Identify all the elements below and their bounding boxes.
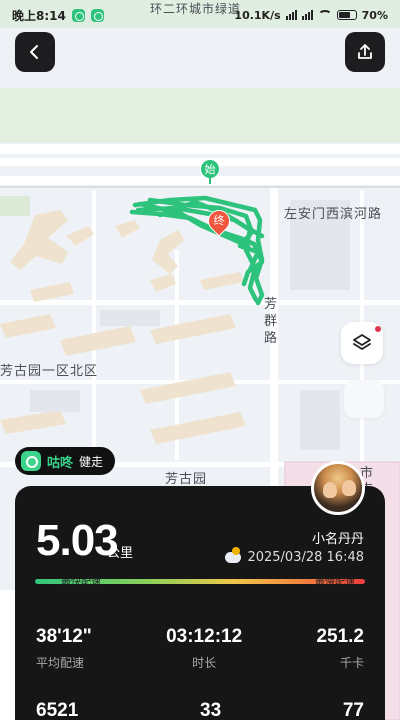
pace-slow-label: 最慢配速 xyxy=(315,577,355,588)
signal-icon xyxy=(285,10,297,20)
distance-value: 5.03 xyxy=(36,516,119,565)
status-time: 晚上8:14 xyxy=(12,8,66,23)
stat-stride: 77 xyxy=(343,700,364,720)
user-avatar[interactable] xyxy=(311,461,365,515)
wifi-icon xyxy=(317,10,332,20)
stat-calories: 251.2 千卡 xyxy=(316,626,364,671)
stat-value: 77 xyxy=(342,700,364,720)
distance-unit: 公里 xyxy=(107,546,134,561)
layers-icon xyxy=(353,334,371,350)
share-icon xyxy=(358,44,372,59)
status-bar: 晚上8:14 10.1K/s 70% xyxy=(0,0,400,30)
activity-type: 健走 xyxy=(79,454,104,469)
stat-value: 33 xyxy=(200,700,222,720)
district-label-south: 芳古园 xyxy=(165,472,208,487)
road-label-fangqun: 芳群路 xyxy=(264,297,279,346)
stat-steps: 6521 xyxy=(36,700,78,720)
codoon-logo-icon xyxy=(21,451,41,471)
share-button[interactable] xyxy=(345,32,385,72)
stat-value: 38'12" xyxy=(36,626,92,647)
user-name: 小名丹丹 xyxy=(311,532,364,547)
end-marker: 终 xyxy=(203,205,235,238)
brand-name: 咕咚 xyxy=(47,455,74,471)
end-marker-label: 终 xyxy=(213,214,225,227)
workout-datetime: 2025/03/28 16:48 xyxy=(225,547,364,565)
weather-cloudy-icon xyxy=(225,547,242,563)
avatar-face xyxy=(342,480,356,496)
app-notification-icon-2 xyxy=(90,8,104,22)
road-label-east: 左安门西滨河路 xyxy=(284,207,383,222)
brand-pill: 咕咚 健走 xyxy=(15,447,116,475)
net-speed: 10.1K/s xyxy=(234,8,281,22)
map-control-button[interactable] xyxy=(344,380,384,418)
battery-icon xyxy=(336,10,357,20)
stat-duration: 03:12:12 时长 xyxy=(166,626,242,671)
start-marker: 始 xyxy=(200,159,220,184)
stat-label: 千卡 xyxy=(339,656,364,670)
district-label-north: 芳古园一区北区 xyxy=(0,364,99,379)
layers-button[interactable] xyxy=(341,322,383,364)
stats-row-2: 6521 33 77 xyxy=(36,700,364,720)
app-notification-icon xyxy=(71,8,85,22)
back-arrow-icon xyxy=(30,45,38,59)
signal-icon-2 xyxy=(301,10,313,20)
stat-label: 平均配速 xyxy=(36,656,85,670)
battery-level: 70% xyxy=(361,8,388,22)
stat-avg-pace: 38'12" 平均配速 xyxy=(36,626,92,671)
back-button[interactable] xyxy=(15,32,55,72)
stat-label: 时长 xyxy=(192,656,217,670)
avatar-face xyxy=(323,482,337,498)
stat-value: 03:12:12 xyxy=(166,626,243,647)
stat-cadence: 33 xyxy=(200,700,221,720)
stat-value: 251.2 xyxy=(316,626,364,647)
stat-value: 6521 xyxy=(36,700,79,720)
workout-summary-card: 5.03 公里 小名丹丹 2025/03/28 16:48 最快配速 最慢配速 … xyxy=(15,486,385,720)
start-marker-label: 始 xyxy=(200,159,220,179)
layers-badge-dot xyxy=(375,326,381,332)
stats-row-1: 38'12" 平均配速 03:12:12 时长 251.2 千卡 xyxy=(36,626,364,671)
pace-fast-label: 最快配速 xyxy=(61,577,101,588)
datetime-text: 2025/03/28 16:48 xyxy=(247,550,364,565)
